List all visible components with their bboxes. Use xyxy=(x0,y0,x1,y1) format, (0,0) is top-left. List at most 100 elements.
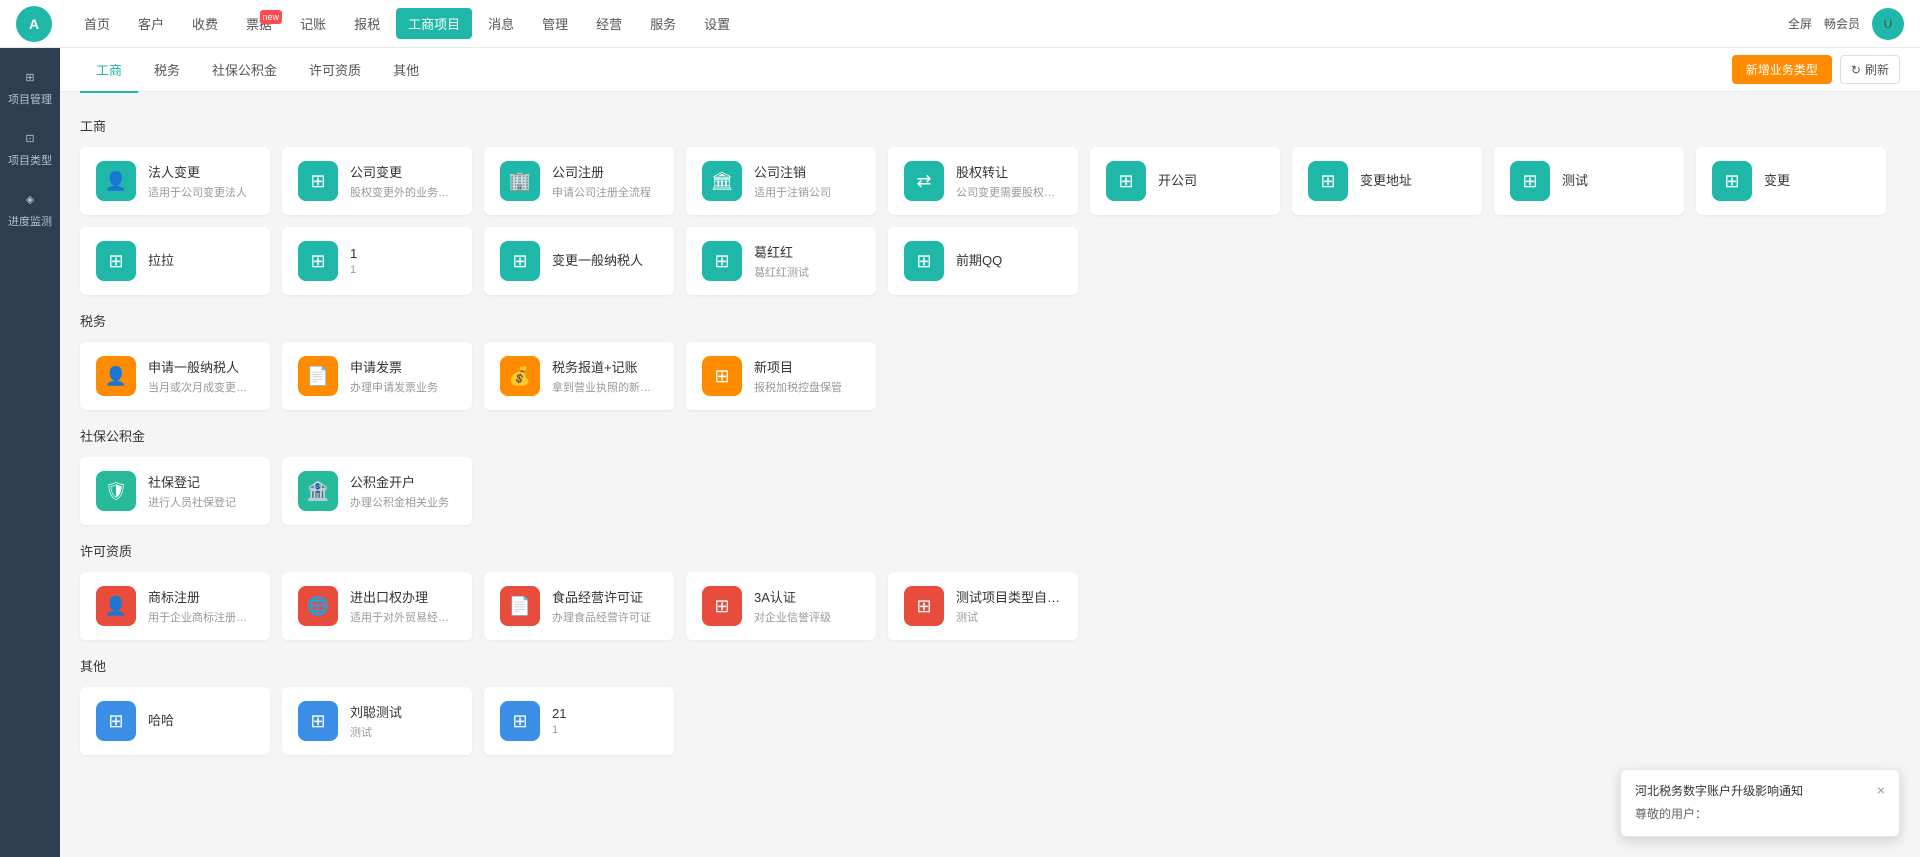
notification-title: 河北税务数字账户升级影响通知 xyxy=(1635,782,1803,799)
card-变更地址[interactable]: ⊞ 变更地址 xyxy=(1292,147,1482,215)
card-title: 申请一般纳税人 xyxy=(148,357,254,376)
nav-item-消息[interactable]: 消息 xyxy=(476,8,526,39)
card-title: 1 xyxy=(350,246,456,261)
card-title: 刘聪测试 xyxy=(350,702,456,721)
card-公司注册[interactable]: 🏢 公司注册申请公司注册全流程 xyxy=(484,147,674,215)
card-食品经营许可证[interactable]: 📄食品经营许可证办理食品经营许可证 xyxy=(484,572,674,640)
section-税务: 税务👤申请一般纳税人当月或次月成变更完成📄申请发票办理申请发票业务💰税务报道+记… xyxy=(80,311,1900,410)
notification-close-button[interactable]: × xyxy=(1877,782,1885,798)
card-税务报道+记账[interactable]: 💰税务报道+记账拿到营业执照的新公司 xyxy=(484,342,674,410)
card-社保登记[interactable]: 🛡社保登记进行人员社保登记 xyxy=(80,457,270,525)
card-icon: ⊞ xyxy=(298,701,338,741)
card-申请发票[interactable]: 📄申请发票办理申请发票业务 xyxy=(282,342,472,410)
sidebar-label-1: 项目类型 xyxy=(8,152,52,168)
nav-item-票据[interactable]: 票据new xyxy=(234,8,284,39)
card-申请一般纳税人[interactable]: 👤申请一般纳税人当月或次月成变更完成 xyxy=(80,342,270,410)
card-变更[interactable]: ⊞变更 xyxy=(1696,147,1886,215)
nav-item-经营[interactable]: 经营 xyxy=(584,8,634,39)
card-desc: 对企业信誉评级 xyxy=(754,609,860,625)
nav-item-管理[interactable]: 管理 xyxy=(530,8,580,39)
refresh-icon: ↻ xyxy=(1851,63,1861,77)
sidebar-label-0: 项目管理 xyxy=(8,91,52,107)
nav-item-客户[interactable]: 客户 xyxy=(126,8,176,39)
card-股权转让[interactable]: ⇄股权转让公司变更需要股权转让 xyxy=(888,147,1078,215)
sub-tab-许可资质[interactable]: 许可资质 xyxy=(293,48,377,93)
main-content: 工商税务社保公积金许可资质其他 新增业务类型 ↻ 刷新 工商👤法人变更适用于公司… xyxy=(60,48,1920,857)
card-哈哈[interactable]: ⊞哈哈 xyxy=(80,687,270,755)
card-desc: 测试 xyxy=(956,609,1062,625)
sidebar-icon-1: ⊡ xyxy=(19,127,41,149)
fullscreen-btn[interactable]: 全屏 xyxy=(1788,15,1812,32)
sidebar-item-1[interactable]: ⊡ 项目类型 xyxy=(4,119,56,176)
card-葛红红[interactable]: ⊞葛红红葛红红测试 xyxy=(686,227,876,295)
section-许可资质: 许可资质 👤商标注册用于企业商标注册服务🌐进出口权办理适用于对外贸易经营者📄食品经… xyxy=(80,541,1900,640)
card-icon: 👤 xyxy=(96,161,136,201)
top-nav: A 首页客户收费票据new记账报税工商项目消息管理经营服务设置 全屏 畅会员 U xyxy=(0,0,1920,48)
card-title: 新项目 xyxy=(754,357,860,376)
nav-item-记账[interactable]: 记账 xyxy=(288,8,338,39)
card-icon: 🏦 xyxy=(298,471,338,511)
nav-item-收费[interactable]: 收费 xyxy=(180,8,230,39)
sidebar-item-0[interactable]: ⊞ 项目管理 xyxy=(4,58,56,115)
notification-header: 河北税务数字账户升级影响通知 × xyxy=(1635,782,1885,799)
card-测试[interactable]: ⊞ 测试 xyxy=(1494,147,1684,215)
card-icon: 📄 xyxy=(298,356,338,396)
card-新项目[interactable]: ⊞新项目报税加税控盘保管 xyxy=(686,342,876,410)
card-info: 变更地址 xyxy=(1360,170,1466,192)
card-icon: ⊞ xyxy=(96,701,136,741)
card-icon: ⊞ xyxy=(1308,161,1348,201)
sub-tab-税务[interactable]: 税务 xyxy=(138,48,196,93)
card-icon: ⊞ xyxy=(1712,161,1752,201)
card-icon: ⊞ xyxy=(904,241,944,281)
card-变更一般纳税人[interactable]: ⊞变更一般纳税人 xyxy=(484,227,674,295)
card-刘聪测试[interactable]: ⊞刘聪测试测试 xyxy=(282,687,472,755)
nav-item-设置[interactable]: 设置 xyxy=(692,8,742,39)
card-公积金开户[interactable]: 🏦公积金开户办理公积金相关业务 xyxy=(282,457,472,525)
card-法人变更[interactable]: 👤 法人变更适用于公司变更法人 xyxy=(80,147,270,215)
card-icon: 🏢 xyxy=(500,161,540,201)
sub-tab-工商[interactable]: 工商 xyxy=(80,48,138,93)
card-拉拉[interactable]: ⊞拉拉 xyxy=(80,227,270,295)
card-测试项目类型自定义[interactable]: ⊞ 测试项目类型自定义测试 xyxy=(888,572,1078,640)
nav-item-首页[interactable]: 首页 xyxy=(72,8,122,39)
card-商标注册[interactable]: 👤商标注册用于企业商标注册服务 xyxy=(80,572,270,640)
section-工商: 工商👤法人变更适用于公司变更法人⊞公司变更股权变更外的业务变更🏢公司注册申请公司… xyxy=(80,116,1900,295)
card-前期QQ[interactable]: ⊞前期QQ xyxy=(888,227,1078,295)
card-desc: 申请公司注册全流程 xyxy=(552,184,658,200)
card-开公司[interactable]: ⊞开公司 xyxy=(1090,147,1280,215)
card-title: 公积金开户 xyxy=(350,472,456,491)
nav-item-报税[interactable]: 报税 xyxy=(342,8,392,39)
cards-grid-工商: 👤 法人变更适用于公司变更法人 ⊞公司变更股权变更外的业务变更 🏢 公司注册申请公司注册… xyxy=(80,147,1900,295)
card-title: 社保登记 xyxy=(148,472,254,491)
add-type-button[interactable]: 新增业务类型 xyxy=(1732,55,1832,84)
avatar[interactable]: U xyxy=(1872,8,1904,40)
card-info: 法人变更适用于公司变更法人 xyxy=(148,162,254,200)
sidebar-item-2[interactable]: ◈ 进度监测 xyxy=(4,180,56,237)
card-title: 拉拉 xyxy=(148,250,254,269)
card-title: 公司注销 xyxy=(754,162,860,181)
card-icon: ⊞ xyxy=(1510,161,1550,201)
sub-tab-其他[interactable]: 其他 xyxy=(377,48,435,93)
card-title: 公司注册 xyxy=(552,162,658,181)
card-公司注销[interactable]: 🏛公司注销适用于注销公司 xyxy=(686,147,876,215)
card-info: 测试项目类型自定义测试 xyxy=(956,587,1062,625)
badge-new: new xyxy=(260,10,283,24)
card-公司变更[interactable]: ⊞公司变更股权变更外的业务变更 xyxy=(282,147,472,215)
card-title: 葛红红 xyxy=(754,242,860,261)
section-title: 许可资质 xyxy=(80,541,1900,560)
card-21[interactable]: ⊞211 xyxy=(484,687,674,755)
nav-item-服务[interactable]: 服务 xyxy=(638,8,688,39)
nav-item-工商项目[interactable]: 工商项目 xyxy=(396,8,472,39)
vip-btn[interactable]: 畅会员 xyxy=(1824,15,1860,32)
card-title: 测试 xyxy=(1562,170,1668,189)
card-1[interactable]: ⊞11 xyxy=(282,227,472,295)
app-logo: A xyxy=(16,6,52,42)
card-3A认证[interactable]: ⊞3A认证对企业信誉评级 xyxy=(686,572,876,640)
card-title: 进出口权办理 xyxy=(350,587,456,606)
sub-tab-社保公积金[interactable]: 社保公积金 xyxy=(196,48,293,93)
card-进出口权办理[interactable]: 🌐进出口权办理适用于对外贸易经营者 xyxy=(282,572,472,640)
card-desc: 拿到营业执照的新公司 xyxy=(552,379,658,395)
refresh-button[interactable]: ↻ 刷新 xyxy=(1840,55,1900,84)
section-title: 社保公积金 xyxy=(80,426,1900,445)
card-icon: ⊞ xyxy=(904,586,944,626)
